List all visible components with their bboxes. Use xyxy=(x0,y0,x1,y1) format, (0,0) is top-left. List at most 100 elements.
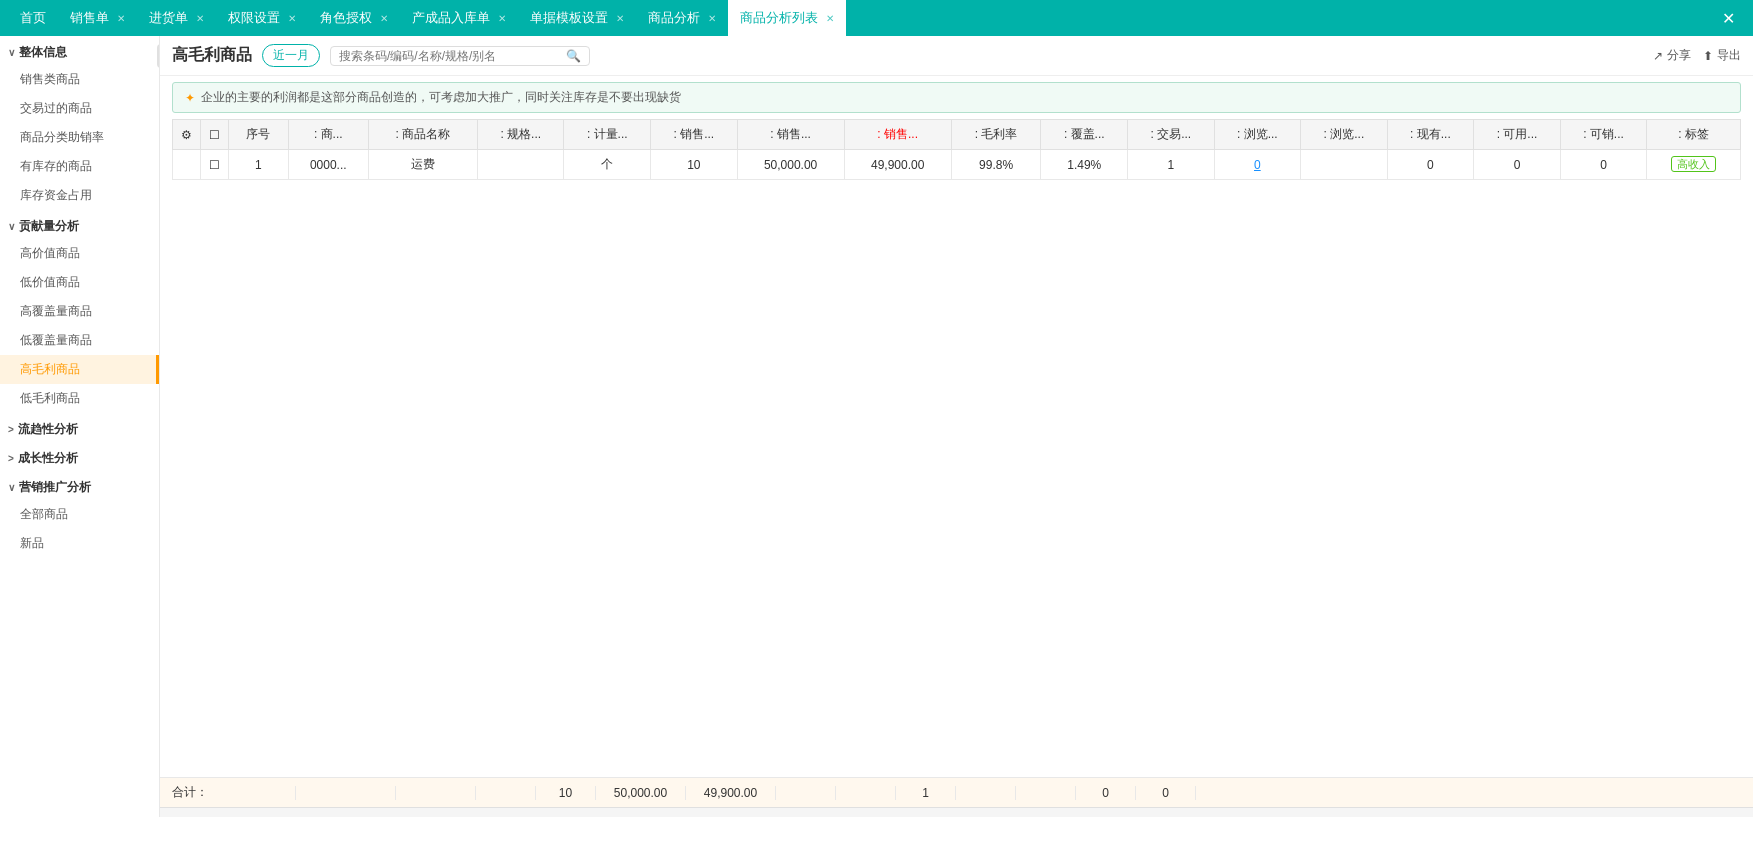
sidebar-group-contribution[interactable]: ∨ 贡献量分析 xyxy=(0,210,159,239)
nav-close-role[interactable]: ✕ xyxy=(380,13,388,24)
sidebar-group-overall-label: 整体信息 xyxy=(19,44,67,61)
col-header-browse2: : 浏览... xyxy=(1301,120,1388,150)
nav-item-product-entry[interactable]: 产成品入库单 ✕ xyxy=(400,0,518,36)
col-header-tag: : 标签 xyxy=(1647,120,1741,150)
nav-item-sales-label: 销售单 xyxy=(70,9,109,27)
sidebar-item-low-margin[interactable]: 低毛利商品 xyxy=(0,384,159,413)
nav-item-home[interactable]: 首页 xyxy=(8,0,58,36)
sidebar-group-growth[interactable]: > 成长性分析 xyxy=(0,442,159,471)
tag-badge: 高收入 xyxy=(1671,156,1716,172)
footer-available: 0 xyxy=(1136,786,1196,800)
nav-item-sales[interactable]: 销售单 ✕ xyxy=(58,0,137,36)
table-row: ☐ 1 0000... 运费 个 10 50,000.00 49,900.00 … xyxy=(173,150,1741,180)
sidebar-item-traded-goods[interactable]: 交易过的商品 xyxy=(0,94,159,123)
nav-close-sales[interactable]: ✕ xyxy=(117,13,125,24)
table-container[interactable]: ⚙ ☐ 序号 : 商... : 商品名称 : 规格... : 计量... : 销… xyxy=(160,119,1753,777)
nav-close-analysis-list[interactable]: ✕ xyxy=(826,13,834,24)
footer-placeholder-1 xyxy=(236,786,296,800)
export-button[interactable]: ⬆ 导出 xyxy=(1703,47,1741,64)
chevron-overall: ∨ xyxy=(8,47,15,58)
nav-item-product-entry-label: 产成品入库单 xyxy=(412,9,490,27)
sidebar-item-stock-fund[interactable]: 库存资金占用 xyxy=(0,181,159,210)
nav-item-purchase-label: 进货单 xyxy=(149,9,188,27)
bottom-scrollbar[interactable] xyxy=(160,807,1753,817)
col-header-browse1: : 浏览... xyxy=(1214,120,1301,150)
cell-browse1[interactable]: 0 xyxy=(1214,150,1301,180)
sidebar-group-contribution-label: 贡献量分析 xyxy=(19,218,79,235)
col-header-coverage: : 覆盖... xyxy=(1041,120,1128,150)
chevron-growth: > xyxy=(8,453,14,464)
nav-close-analysis[interactable]: ✕ xyxy=(708,13,716,24)
top-nav: 首页 销售单 ✕ 进货单 ✕ 权限设置 ✕ 角色授权 ✕ 产成品入库单 ✕ 单据… xyxy=(0,0,1753,36)
info-text: 企业的主要的利润都是这部分商品创造的，可考虑加大推广，同时关注库存是不要出现缺货 xyxy=(201,89,681,106)
sidebar-collapse-button[interactable]: 《 xyxy=(157,44,160,68)
nav-close-product-entry[interactable]: ✕ xyxy=(498,13,506,24)
nav-item-analysis-label: 商品分析 xyxy=(648,9,700,27)
sidebar-item-low-coverage[interactable]: 低覆盖量商品 xyxy=(0,326,159,355)
sidebar-group-growth-label: 成长性分析 xyxy=(18,450,78,467)
nav-item-analysis-list[interactable]: 商品分析列表 ✕ xyxy=(728,0,846,36)
sidebar: 《 ∨ 整体信息 销售类商品 交易过的商品 商品分类助销率 有库存的商品 库存资… xyxy=(0,36,160,817)
sidebar-item-high-coverage[interactable]: 高覆盖量商品 xyxy=(0,297,159,326)
main-layout: 《 ∨ 整体信息 销售类商品 交易过的商品 商品分类助销率 有库存的商品 库存资… xyxy=(0,36,1753,817)
col-header-current-stock: : 现有... xyxy=(1387,120,1474,150)
window-close-button[interactable]: ✕ xyxy=(1712,9,1745,28)
col-header-sales-qty: : 销售... xyxy=(651,120,738,150)
sidebar-item-in-stock[interactable]: 有库存的商品 xyxy=(0,152,159,181)
cell-browse2 xyxy=(1301,150,1388,180)
col-header-sales-amount: : 销售... xyxy=(737,120,844,150)
footer-placeholder-2 xyxy=(296,786,396,800)
col-header-unit: : 计量... xyxy=(564,120,651,150)
col-header-spec: : 规格... xyxy=(477,120,564,150)
share-button[interactable]: ↗ 分享 xyxy=(1653,47,1691,64)
sidebar-group-trend-label: 流趋性分析 xyxy=(18,421,78,438)
cell-unit: 个 xyxy=(564,150,651,180)
sidebar-group-overall[interactable]: ∨ 整体信息 xyxy=(0,36,159,65)
nav-item-permission[interactable]: 权限设置 ✕ xyxy=(216,0,308,36)
browse1-link: 0 xyxy=(1254,158,1261,172)
nav-item-analysis[interactable]: 商品分析 ✕ xyxy=(636,0,728,36)
sidebar-item-category-rate[interactable]: 商品分类助销率 xyxy=(0,123,159,152)
chevron-contribution: ∨ xyxy=(8,221,15,232)
nav-item-template[interactable]: 单据模板设置 ✕ xyxy=(518,0,636,36)
footer-sales-qty: 10 xyxy=(536,786,596,800)
cell-tag: 高收入 xyxy=(1647,150,1741,180)
sidebar-item-high-margin[interactable]: 高毛利商品 xyxy=(0,355,159,384)
col-header-gross-margin: : 毛利率 xyxy=(951,120,1041,150)
cell-sales-amount: 50,000.00 xyxy=(737,150,844,180)
search-icon[interactable]: 🔍 xyxy=(566,49,581,63)
nav-close-template[interactable]: ✕ xyxy=(616,13,624,24)
sidebar-group-trend[interactable]: > 流趋性分析 xyxy=(0,413,159,442)
nav-item-purchase[interactable]: 进货单 ✕ xyxy=(137,0,216,36)
cell-settings xyxy=(173,150,201,180)
sidebar-group-marketing[interactable]: ∨ 营销推广分析 xyxy=(0,471,159,500)
chevron-trend: > xyxy=(8,424,14,435)
footer-sales-profit: 49,900.00 xyxy=(686,786,776,800)
sidebar-item-all-goods[interactable]: 全部商品 xyxy=(0,500,159,529)
search-input[interactable] xyxy=(339,49,562,63)
sidebar-group-marketing-label: 营销推广分析 xyxy=(19,479,91,496)
nav-item-role[interactable]: 角色授权 ✕ xyxy=(308,0,400,36)
col-header-settings[interactable]: ⚙ xyxy=(173,120,201,150)
cell-coverage: 1.49% xyxy=(1041,150,1128,180)
sidebar-item-sales-goods[interactable]: 销售类商品 xyxy=(0,65,159,94)
col-header-index: 序号 xyxy=(229,120,289,150)
cell-sales-qty: 10 xyxy=(651,150,738,180)
col-header-code: : 商... xyxy=(288,120,368,150)
nav-item-home-label: 首页 xyxy=(20,9,46,27)
sidebar-item-new-goods[interactable]: 新品 xyxy=(0,529,159,558)
nav-close-purchase[interactable]: ✕ xyxy=(196,13,204,24)
info-icon: ✦ xyxy=(185,91,195,105)
sidebar-item-high-value[interactable]: 高价值商品 xyxy=(0,239,159,268)
col-header-sellable: : 可销... xyxy=(1560,120,1647,150)
cell-gross-margin: 99.8% xyxy=(951,150,1041,180)
col-header-name: : 商品名称 xyxy=(368,120,477,150)
filter-button[interactable]: 近一月 xyxy=(262,44,320,67)
cell-checkbox[interactable]: ☐ xyxy=(201,150,229,180)
col-header-checkbox[interactable]: ☐ xyxy=(201,120,229,150)
share-icon: ↗ xyxy=(1653,49,1663,63)
export-label: 导出 xyxy=(1717,47,1741,64)
nav-close-permission[interactable]: ✕ xyxy=(288,13,296,24)
sidebar-item-low-value[interactable]: 低价值商品 xyxy=(0,268,159,297)
chevron-marketing: ∨ xyxy=(8,482,15,493)
